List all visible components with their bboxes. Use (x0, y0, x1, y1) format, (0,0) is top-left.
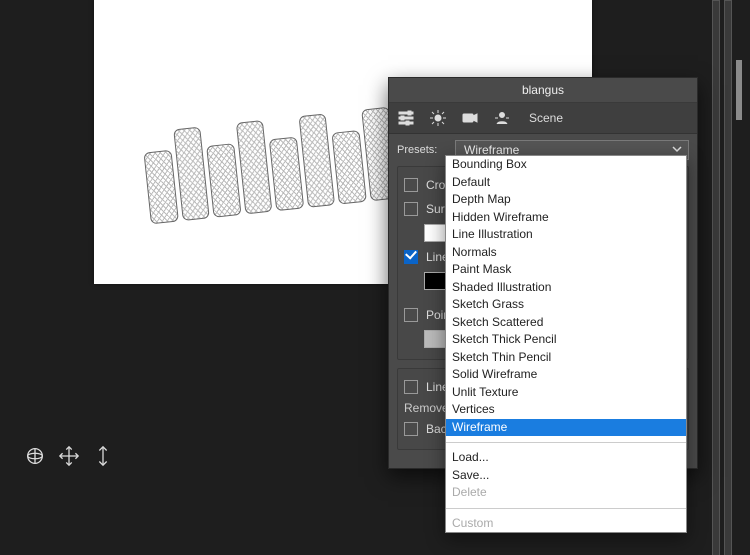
scrollbar-handle[interactable] (736, 60, 742, 120)
preset-option[interactable]: Default (446, 174, 686, 192)
preset-option[interactable]: Sketch Thin Pencil (446, 349, 686, 367)
orbit-icon[interactable] (24, 445, 46, 467)
preset-option[interactable]: Vertices (446, 401, 686, 419)
scrollbar-track[interactable] (712, 0, 720, 555)
lines-checkbox[interactable] (404, 250, 418, 264)
delete-option: Delete (446, 484, 686, 502)
light-icon[interactable] (429, 109, 447, 127)
scrollbar-track[interactable] (724, 0, 732, 555)
save-option[interactable]: Save... (446, 467, 686, 485)
backface-checkbox[interactable] (404, 422, 418, 436)
preset-option[interactable]: Unlit Texture (446, 384, 686, 402)
preset-option[interactable]: Sketch Grass (446, 296, 686, 314)
scene-label: Scene (529, 111, 563, 125)
pan-icon[interactable] (58, 445, 80, 467)
preset-option[interactable]: Depth Map (446, 191, 686, 209)
wireframe-model (138, 76, 429, 225)
preset-option[interactable]: Hidden Wireframe (446, 209, 686, 227)
custom-option: Custom (446, 515, 686, 533)
preset-option[interactable]: Shaded Illustration (446, 279, 686, 297)
panel-toolbar: Scene (389, 103, 697, 134)
preset-option[interactable]: Line Illustration (446, 226, 686, 244)
camera-icon[interactable] (461, 109, 479, 127)
preset-option[interactable]: Bounding Box (446, 156, 686, 174)
preset-option[interactable]: Wireframe (446, 419, 686, 437)
panel-title: blangus (389, 78, 697, 103)
cross-section-checkbox[interactable] (404, 178, 418, 192)
preset-option[interactable]: Sketch Thick Pencil (446, 331, 686, 349)
right-scroll-region (712, 0, 742, 555)
preset-option[interactable]: Solid Wireframe (446, 366, 686, 384)
viewport-tools (24, 445, 114, 467)
scene-icon[interactable] (493, 109, 511, 127)
preset-option[interactable]: Normals (446, 244, 686, 262)
load-option[interactable]: Load... (446, 449, 686, 467)
presets-label: Presets: (397, 144, 445, 156)
sliders-icon[interactable] (397, 109, 415, 127)
linearize-checkbox[interactable] (404, 380, 418, 394)
surface-checkbox[interactable] (404, 202, 418, 216)
points-checkbox[interactable] (404, 308, 418, 322)
presets-dropdown-list: Bounding BoxDefaultDepth MapHidden Wiref… (445, 155, 687, 533)
dolly-icon[interactable] (92, 445, 114, 467)
preset-option[interactable]: Sketch Scattered (446, 314, 686, 332)
preset-option[interactable]: Paint Mask (446, 261, 686, 279)
